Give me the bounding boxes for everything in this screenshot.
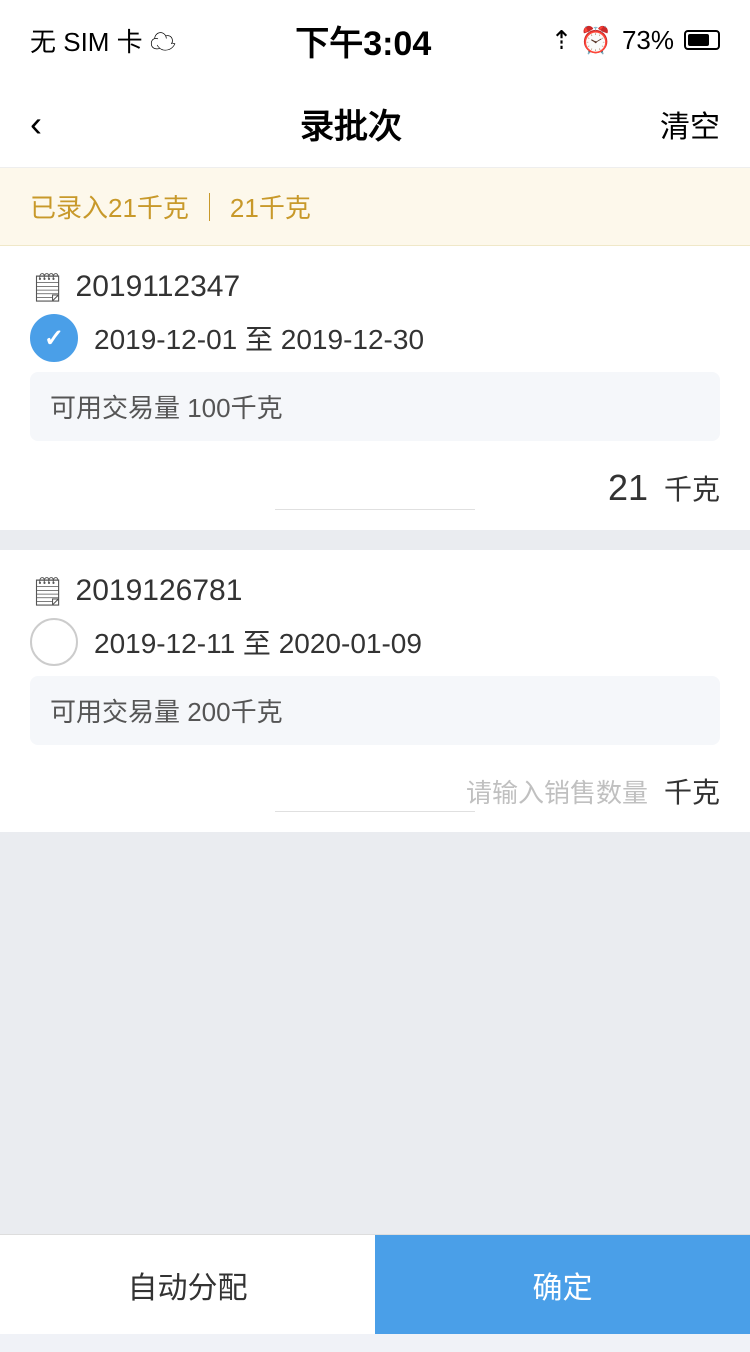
batch-id-1: 2019112347 xyxy=(76,270,241,304)
page-title: 录批次 xyxy=(300,99,402,148)
battery-icon-bar xyxy=(684,30,720,50)
nav-bar: ‹ 录批次 清空 xyxy=(0,80,750,168)
main-content: 已录入21千克 21千克 🗒 2019112347 ✓ 2019-12-01 至… xyxy=(0,168,750,1352)
bottom-bar: 自动分配 确定 xyxy=(0,1234,750,1334)
back-button[interactable]: ‹ xyxy=(30,103,42,145)
status-bar: 无 SIM 卡 ☁ 下午3:04 ⇡ ⏰ 73% xyxy=(0,0,750,80)
batch-doc-icon-1: 🗒 xyxy=(30,271,66,304)
check-icon-1: ✓ xyxy=(44,324,64,353)
auto-distribute-button[interactable]: 自动分配 xyxy=(0,1235,375,1334)
batch-available-1: 可用交易量 100千克 xyxy=(30,372,720,441)
batch-amount-unit-2: 千克 xyxy=(664,771,720,811)
batch-date-2: 2019-12-11 至 2020-01-09 xyxy=(94,622,422,662)
batch-date-1: 2019-12-01 至 2019-12-30 xyxy=(94,318,424,358)
batch-card-2: 🗒 2019126781 2019-12-11 至 2020-01-09 可用交… xyxy=(0,550,750,832)
batch-card-1: 🗒 2019112347 ✓ 2019-12-01 至 2019-12-30 可… xyxy=(0,246,750,530)
summary-value: 21千克 xyxy=(230,188,311,225)
clear-button[interactable]: 清空 xyxy=(660,102,720,146)
empty-area xyxy=(0,832,750,1252)
battery-icon: ⇡ ⏰ xyxy=(551,25,612,56)
sim-status: 无 SIM 卡 ☁ xyxy=(30,22,176,59)
batch-doc-icon-2: 🗒 xyxy=(30,575,66,608)
summary-divider xyxy=(209,193,210,221)
batch-date-row-2[interactable]: 2019-12-11 至 2020-01-09 xyxy=(0,618,750,676)
summary-recorded: 已录入21千克 xyxy=(30,188,189,225)
batch-id-2: 2019126781 xyxy=(76,574,243,608)
battery-percent: 73% xyxy=(622,25,674,56)
batch-amount-row-1: 21 千克 xyxy=(0,457,750,530)
batch-header-1: 🗒 2019112347 xyxy=(0,246,750,314)
confirm-button[interactable]: 确定 xyxy=(375,1235,750,1334)
amount-input-2[interactable] xyxy=(228,773,648,810)
radio-1[interactable]: ✓ xyxy=(30,314,78,362)
batch-amount-row-2: 千克 xyxy=(0,761,750,832)
batch-available-2: 可用交易量 200千克 xyxy=(30,676,720,745)
status-time: 下午3:04 xyxy=(295,16,431,65)
batch-amount-unit-1: 千克 xyxy=(664,468,720,508)
radio-2[interactable] xyxy=(30,618,78,666)
status-right: ⇡ ⏰ 73% xyxy=(551,25,720,56)
batch-date-row-1[interactable]: ✓ 2019-12-01 至 2019-12-30 xyxy=(0,314,750,372)
batch-amount-value-1: 21 xyxy=(608,467,648,509)
summary-bar: 已录入21千克 21千克 xyxy=(0,168,750,246)
card-separator-1 xyxy=(0,530,750,550)
status-left: 无 SIM 卡 ☁ xyxy=(30,22,176,59)
batch-header-2: 🗒 2019126781 xyxy=(0,550,750,618)
